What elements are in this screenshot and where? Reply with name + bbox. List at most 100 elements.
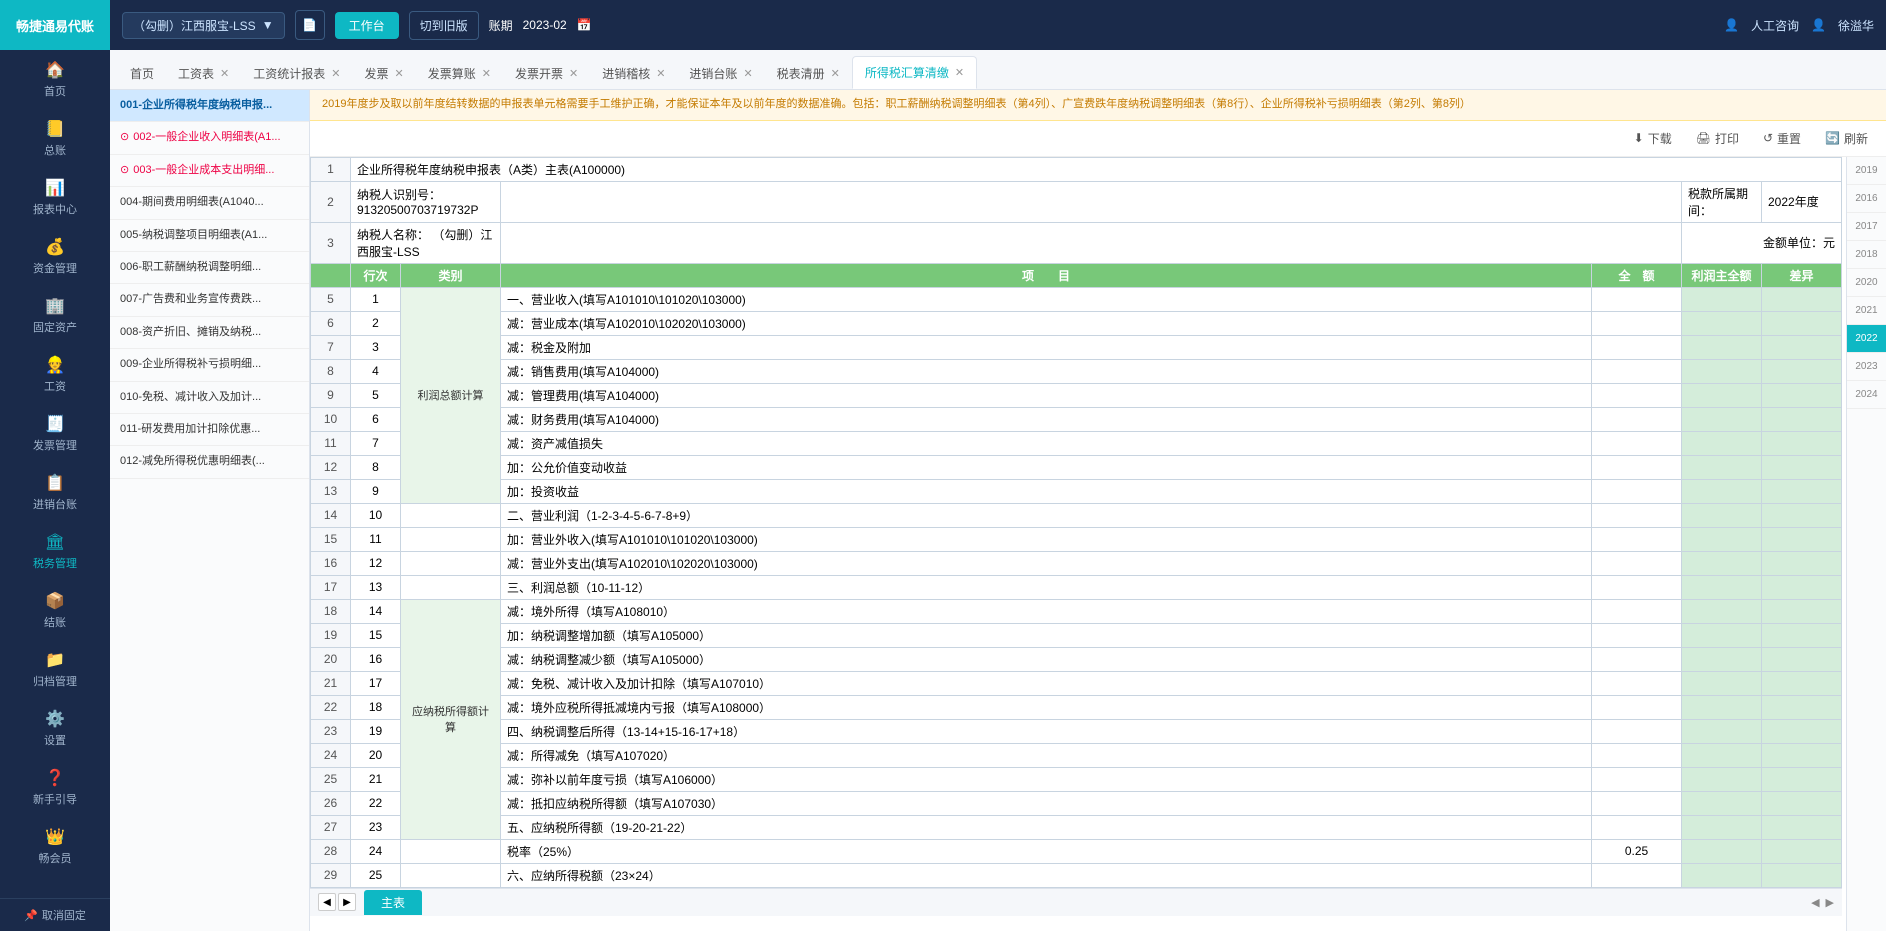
form-list-item-009[interactable]: 009-企业所得税补亏损明细... xyxy=(110,349,309,381)
item-cell[interactable]: 加：投资收益 xyxy=(501,479,1592,503)
profit-cell[interactable] xyxy=(1682,359,1762,383)
year-item-2024[interactable]: 2024 xyxy=(1847,381,1886,409)
tab-income-tax-close[interactable]: ✕ xyxy=(955,66,964,79)
diff-cell[interactable] xyxy=(1762,791,1842,815)
seq-cell[interactable]: 9 xyxy=(351,479,401,503)
sidebar-item-assets[interactable]: 🏢 固定资产 xyxy=(0,286,110,345)
seq-cell[interactable]: 24 xyxy=(351,839,401,863)
form-list-item-006[interactable]: 006-职工薪酬纳税调整明细... xyxy=(110,252,309,284)
seq-cell[interactable]: 22 xyxy=(351,791,401,815)
diff-cell[interactable] xyxy=(1762,503,1842,527)
seq-cell[interactable]: 18 xyxy=(351,695,401,719)
diff-cell[interactable] xyxy=(1762,455,1842,479)
diff-cell[interactable] xyxy=(1762,407,1842,431)
amount-cell[interactable] xyxy=(1592,695,1682,719)
form-list-item-002[interactable]: ⊙002-一般企业收入明细表(A1... xyxy=(110,122,309,154)
workspace-button[interactable]: 工作台 xyxy=(335,12,399,39)
diff-cell[interactable] xyxy=(1762,671,1842,695)
sidebar-item-guide[interactable]: ❓ 新手引导 xyxy=(0,758,110,817)
sidebar-item-salary[interactable]: 👷 工资 xyxy=(0,345,110,404)
profit-cell[interactable] xyxy=(1682,695,1762,719)
year-item-2022[interactable]: 2022 xyxy=(1847,325,1886,353)
amount-cell[interactable] xyxy=(1592,815,1682,839)
seq-cell[interactable]: 17 xyxy=(351,671,401,695)
company-selector[interactable]: （勾删）江西服宝-LSS ▼ xyxy=(122,12,285,39)
diff-cell[interactable] xyxy=(1762,695,1842,719)
amount-cell[interactable] xyxy=(1592,359,1682,383)
sidebar-item-settings[interactable]: ⚙️ 设置 xyxy=(0,699,110,758)
amount-cell[interactable] xyxy=(1592,767,1682,791)
seq-cell[interactable]: 8 xyxy=(351,455,401,479)
seq-cell[interactable]: 16 xyxy=(351,647,401,671)
profit-cell[interactable] xyxy=(1682,551,1762,575)
item-cell[interactable]: 加：纳税调整增加额（填写A105000） xyxy=(501,623,1592,647)
profit-cell[interactable] xyxy=(1682,311,1762,335)
seq-cell[interactable]: 2 xyxy=(351,311,401,335)
diff-cell[interactable] xyxy=(1762,383,1842,407)
print-icon-btn[interactable]: 📄 xyxy=(295,10,325,40)
item-cell[interactable]: 减：弥补以前年度亏损（填写A106000） xyxy=(501,767,1592,791)
sidebar-item-reports[interactable]: 📊 报表中心 xyxy=(0,168,110,227)
seq-cell[interactable]: 1 xyxy=(351,287,401,311)
sheet-next-arrow[interactable]: ▶ xyxy=(338,893,356,911)
amount-cell[interactable] xyxy=(1592,479,1682,503)
amount-cell[interactable] xyxy=(1592,791,1682,815)
form-list-item-005[interactable]: 005-纳税调整项目明细表(A1... xyxy=(110,220,309,252)
sheet-prev-arrow[interactable]: ◀ xyxy=(318,893,336,911)
item-cell[interactable]: 六、应纳所得税额（23×24） xyxy=(501,863,1592,887)
seq-cell[interactable]: 10 xyxy=(351,503,401,527)
seq-cell[interactable]: 21 xyxy=(351,767,401,791)
diff-cell[interactable] xyxy=(1762,551,1842,575)
tab-purchase-ledger[interactable]: 进销台账 ✕ xyxy=(677,58,764,89)
tab-income-tax[interactable]: 所得税汇算清缴 ✕ xyxy=(852,56,977,89)
amount-cell[interactable] xyxy=(1592,623,1682,647)
diff-cell[interactable] xyxy=(1762,287,1842,311)
profit-cell[interactable] xyxy=(1682,839,1762,863)
diff-cell[interactable] xyxy=(1762,479,1842,503)
amount-cell[interactable] xyxy=(1592,455,1682,479)
item-cell[interactable]: 减：管理费用(填写A104000) xyxy=(501,383,1592,407)
refresh-button[interactable]: 🔄 刷新 xyxy=(1819,127,1874,150)
seq-cell[interactable]: 15 xyxy=(351,623,401,647)
profit-cell[interactable] xyxy=(1682,671,1762,695)
seq-cell[interactable]: 25 xyxy=(351,863,401,887)
item-cell[interactable]: 减：境外所得（填写A108010） xyxy=(501,599,1592,623)
diff-cell[interactable] xyxy=(1762,863,1842,887)
seq-cell[interactable]: 13 xyxy=(351,575,401,599)
seq-cell[interactable]: 14 xyxy=(351,599,401,623)
tab-salary[interactable]: 工资表 ✕ xyxy=(166,58,241,89)
scroll-left-icon[interactable]: ◀ xyxy=(1811,896,1819,909)
seq-cell[interactable]: 19 xyxy=(351,719,401,743)
tab-purchase-audit[interactable]: 进销稽核 ✕ xyxy=(590,58,677,89)
diff-cell[interactable] xyxy=(1762,527,1842,551)
item-cell[interactable]: 加：营业外收入(填写A101010\101020\103000) xyxy=(501,527,1592,551)
profit-cell[interactable] xyxy=(1682,743,1762,767)
form-list-item-003[interactable]: ⊙003-一般企业成本支出明细... xyxy=(110,155,309,187)
profit-cell[interactable] xyxy=(1682,527,1762,551)
tab-salary-close[interactable]: ✕ xyxy=(220,67,229,80)
diff-cell[interactable] xyxy=(1762,599,1842,623)
amount-cell[interactable] xyxy=(1592,527,1682,551)
diff-cell[interactable] xyxy=(1762,623,1842,647)
profit-cell[interactable] xyxy=(1682,863,1762,887)
item-cell[interactable]: 税率（25%） xyxy=(501,839,1592,863)
item-cell[interactable]: 减：营业成本(填写A102010\102020\103000) xyxy=(501,311,1592,335)
amount-cell[interactable] xyxy=(1592,575,1682,599)
scroll-right-icon[interactable]: ▶ xyxy=(1826,896,1834,909)
seq-cell[interactable]: 12 xyxy=(351,551,401,575)
tab-invoice-open-close[interactable]: ✕ xyxy=(569,67,578,80)
switch-version-button[interactable]: 切到旧版 xyxy=(409,11,479,40)
sidebar-item-tax[interactable]: 🏛 税务管理 xyxy=(0,522,110,581)
profit-cell[interactable] xyxy=(1682,455,1762,479)
form-list-item-007[interactable]: 007-广告费和业务宣传费跌... xyxy=(110,284,309,316)
diff-cell[interactable] xyxy=(1762,767,1842,791)
year-item-2018[interactable]: 2018 xyxy=(1847,241,1886,269)
year-item-2021[interactable]: 2021 xyxy=(1847,297,1886,325)
amount-cell[interactable] xyxy=(1592,311,1682,335)
profit-cell[interactable] xyxy=(1682,503,1762,527)
item-cell[interactable]: 三、利润总额（10-11-12） xyxy=(501,575,1592,599)
amount-cell[interactable] xyxy=(1592,407,1682,431)
diff-cell[interactable] xyxy=(1762,743,1842,767)
profit-cell[interactable] xyxy=(1682,767,1762,791)
download-button[interactable]: ⬇ 下载 xyxy=(1628,127,1678,150)
